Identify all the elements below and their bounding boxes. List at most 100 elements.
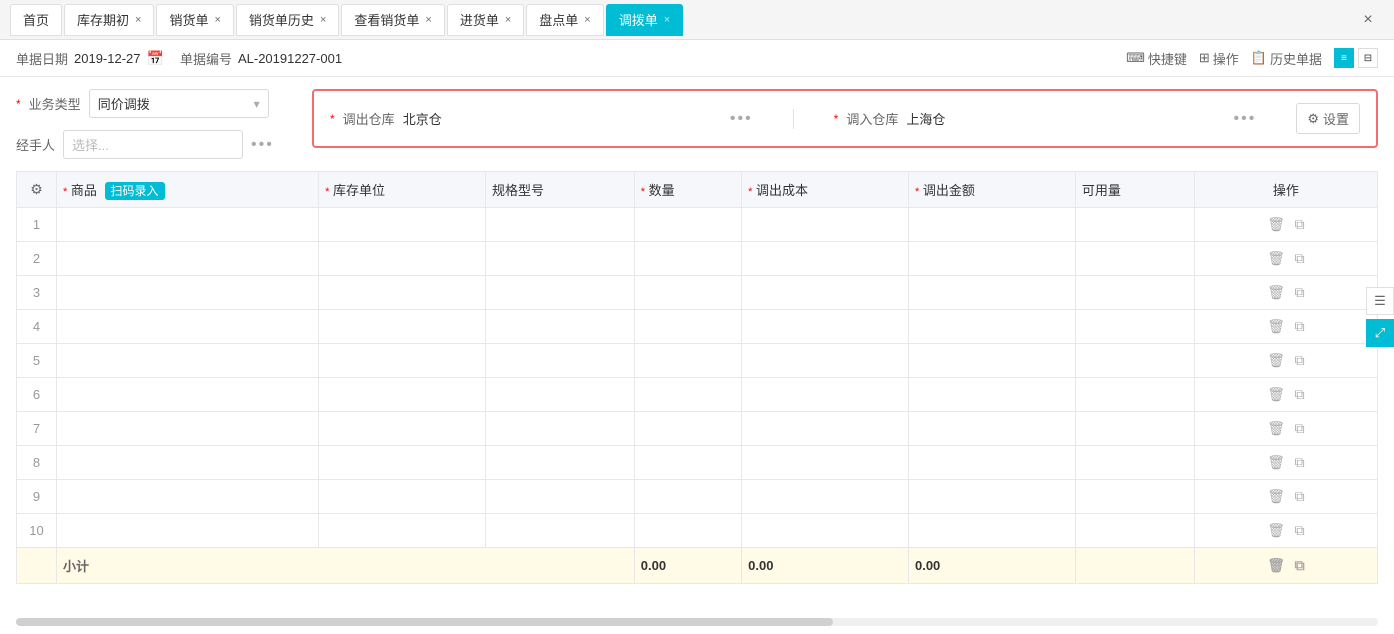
- tab-transfer[interactable]: 调拨单 ×: [606, 4, 683, 36]
- copy-icon[interactable]: ⧉: [1295, 454, 1305, 470]
- amount-cell[interactable]: [908, 378, 1075, 412]
- product-cell[interactable]: [57, 276, 319, 310]
- cost-cell[interactable]: [742, 480, 909, 514]
- qty-cell[interactable]: [634, 514, 741, 548]
- biz-type-select[interactable]: 同价调拨 ▾: [89, 89, 269, 118]
- shortcut-button[interactable]: ⌨ 快捷键: [1126, 49, 1187, 68]
- cost-cell[interactable]: [742, 242, 909, 276]
- horizontal-scrollbar[interactable]: [16, 618, 1378, 626]
- qty-cell[interactable]: [634, 208, 741, 242]
- amount-cell[interactable]: [908, 480, 1075, 514]
- close-icon[interactable]: ×: [214, 14, 220, 26]
- cost-cell[interactable]: [742, 514, 909, 548]
- delete-icon[interactable]: 🗑: [1267, 454, 1285, 470]
- layout-grid-icon[interactable]: ⊟: [1358, 48, 1378, 68]
- spec-cell[interactable]: [486, 480, 635, 514]
- product-cell[interactable]: [57, 446, 319, 480]
- delete-icon[interactable]: 🗑: [1267, 216, 1285, 232]
- delete-icon[interactable]: 🗑: [1267, 522, 1285, 538]
- copy-icon[interactable]: ⧉: [1295, 488, 1305, 504]
- side-list-button[interactable]: ☰: [1366, 287, 1394, 315]
- close-icon[interactable]: ×: [425, 14, 431, 26]
- close-icon[interactable]: ×: [135, 14, 141, 26]
- amount-cell[interactable]: [908, 242, 1075, 276]
- scrollbar-thumb[interactable]: [16, 618, 833, 626]
- unit-cell[interactable]: [319, 276, 486, 310]
- history-button[interactable]: 📋 历史单据: [1251, 49, 1322, 68]
- amount-cell[interactable]: [908, 310, 1075, 344]
- calendar-icon[interactable]: 📅: [147, 50, 164, 67]
- unit-cell[interactable]: [319, 344, 486, 378]
- tab-purchase[interactable]: 进货单 ×: [447, 4, 524, 36]
- unit-cell[interactable]: [319, 514, 486, 548]
- amount-cell[interactable]: [908, 446, 1075, 480]
- product-cell[interactable]: [57, 514, 319, 548]
- in-warehouse-more-icon[interactable]: •••: [1234, 110, 1257, 128]
- layout-list-icon[interactable]: ≡: [1334, 48, 1354, 68]
- unit-cell[interactable]: [319, 208, 486, 242]
- product-cell[interactable]: [57, 310, 319, 344]
- product-cell[interactable]: [57, 344, 319, 378]
- amount-cell[interactable]: [908, 412, 1075, 446]
- side-expand-button[interactable]: ⤢: [1366, 319, 1394, 347]
- unit-cell[interactable]: [319, 310, 486, 344]
- operation-button[interactable]: ⊞ 操作: [1199, 49, 1239, 68]
- copy-icon[interactable]: ⧉: [1295, 386, 1305, 402]
- qty-cell[interactable]: [634, 242, 741, 276]
- close-icon[interactable]: ×: [664, 14, 670, 26]
- tab-view-sales[interactable]: 查看销货单 ×: [341, 4, 444, 36]
- copy-icon[interactable]: ⧉: [1295, 522, 1305, 538]
- tab-inventory-init[interactable]: 库存期初 ×: [64, 4, 154, 36]
- qty-cell[interactable]: [634, 344, 741, 378]
- delete-icon[interactable]: 🗑: [1267, 352, 1285, 368]
- close-icon[interactable]: ×: [584, 14, 590, 26]
- cost-cell[interactable]: [742, 378, 909, 412]
- unit-cell[interactable]: [319, 412, 486, 446]
- copy-icon[interactable]: ⧉: [1295, 557, 1305, 573]
- qty-cell[interactable]: [634, 276, 741, 310]
- window-close-button[interactable]: ×: [1352, 4, 1384, 36]
- scan-input-button[interactable]: 扫码录入: [105, 182, 165, 200]
- delete-icon[interactable]: 🗑: [1267, 318, 1285, 334]
- copy-icon[interactable]: ⧉: [1295, 216, 1305, 232]
- spec-cell[interactable]: [486, 514, 635, 548]
- tab-inventory[interactable]: 盘点单 ×: [526, 4, 603, 36]
- spec-cell[interactable]: [486, 276, 635, 310]
- unit-cell[interactable]: [319, 242, 486, 276]
- spec-cell[interactable]: [486, 446, 635, 480]
- amount-cell[interactable]: [908, 276, 1075, 310]
- delete-icon[interactable]: 🗑: [1267, 284, 1285, 300]
- spec-cell[interactable]: [486, 378, 635, 412]
- settings-button[interactable]: ⚙ 设置: [1296, 103, 1360, 134]
- cost-cell[interactable]: [742, 208, 909, 242]
- qty-cell[interactable]: [634, 446, 741, 480]
- cost-cell[interactable]: [742, 344, 909, 378]
- qty-cell[interactable]: [634, 378, 741, 412]
- spec-cell[interactable]: [486, 310, 635, 344]
- spec-cell[interactable]: [486, 412, 635, 446]
- cost-cell[interactable]: [742, 276, 909, 310]
- qty-cell[interactable]: [634, 480, 741, 514]
- copy-icon[interactable]: ⧉: [1295, 420, 1305, 436]
- handler-select[interactable]: 选择...: [63, 130, 243, 159]
- product-cell[interactable]: [57, 480, 319, 514]
- copy-icon[interactable]: ⧉: [1295, 352, 1305, 368]
- close-icon[interactable]: ×: [320, 14, 326, 26]
- amount-cell[interactable]: [908, 208, 1075, 242]
- amount-cell[interactable]: [908, 514, 1075, 548]
- product-cell[interactable]: [57, 378, 319, 412]
- qty-cell[interactable]: [634, 310, 741, 344]
- delete-icon[interactable]: 🗑: [1267, 250, 1285, 266]
- product-cell[interactable]: [57, 208, 319, 242]
- copy-icon[interactable]: ⧉: [1295, 250, 1305, 266]
- delete-icon[interactable]: 🗑: [1267, 386, 1285, 402]
- close-icon[interactable]: ×: [505, 14, 511, 26]
- cost-cell[interactable]: [742, 412, 909, 446]
- unit-cell[interactable]: [319, 480, 486, 514]
- delete-icon[interactable]: 🗑: [1267, 488, 1285, 504]
- cost-cell[interactable]: [742, 446, 909, 480]
- qty-cell[interactable]: [634, 412, 741, 446]
- product-cell[interactable]: [57, 412, 319, 446]
- product-cell[interactable]: [57, 242, 319, 276]
- unit-cell[interactable]: [319, 446, 486, 480]
